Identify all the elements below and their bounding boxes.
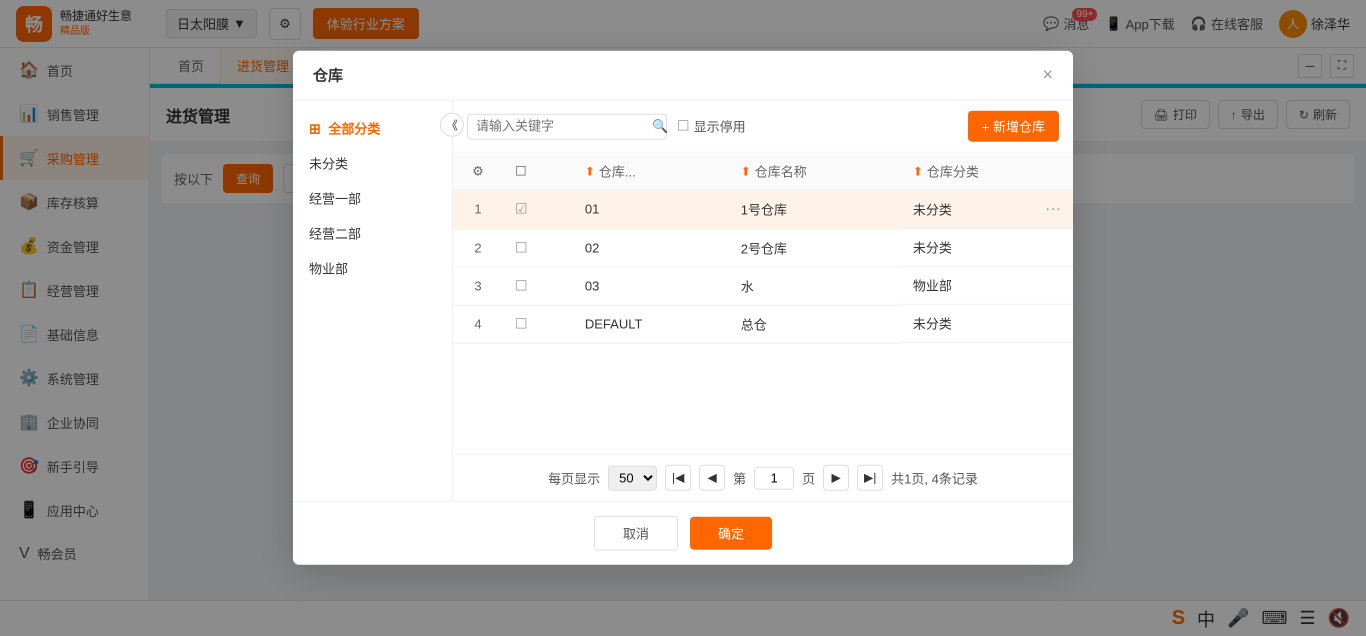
modal-title: 仓库 (313, 65, 343, 86)
warehouse-table: ⚙ ☐ ⬆ 仓库... ⬆ 仓库名称 (453, 153, 1073, 344)
table-row[interactable]: 1 ☑ 01 1号仓库 未分类··· (453, 190, 1073, 229)
row-name: 水 (729, 267, 901, 305)
row-code: DEFAULT (573, 305, 729, 343)
left-panel: 《 ⊞ 全部分类 未分类 经营一部 经营二部 物业部 (293, 101, 453, 501)
col-category: ⬆ 仓库分类 (901, 153, 1073, 191)
row-code: 01 (573, 190, 729, 229)
row-category: 物业部··· (901, 267, 1073, 305)
modal-header: 仓库 × (293, 51, 1073, 101)
row-code: 03 (573, 267, 729, 305)
table-body: 1 ☑ 01 1号仓库 未分类··· 2 ☐ 02 2号仓库 未分类··· 3 … (453, 190, 1073, 343)
row-number: 4 (453, 305, 503, 343)
row-code: 02 (573, 229, 729, 267)
total-info: 共1页, 4条记录 (891, 468, 978, 487)
warehouse-modal: 仓库 × 《 ⊞ 全部分类 未分类 经营一部 经营二部 物业部 (293, 51, 1073, 565)
row-number: 1 (453, 190, 503, 229)
row-checkbox[interactable]: ☑ (503, 190, 573, 229)
modal-close-button[interactable]: × (1042, 65, 1053, 86)
pagination: 每页显示 50 |◀ ◀ 第 页 ▶ ▶| 共1页, 4条记录 (453, 454, 1073, 501)
page-label: 第 (733, 468, 746, 487)
col-check: ☐ (503, 153, 573, 191)
page-unit: 页 (802, 468, 815, 487)
row-number: 3 (453, 267, 503, 305)
sort-icon-cat: ⬆ (913, 164, 923, 178)
page-last-button[interactable]: ▶| (857, 465, 883, 491)
row-category: 未分类··· (901, 229, 1073, 267)
per-page-label: 每页显示 (548, 468, 600, 487)
table-row[interactable]: 3 ☐ 03 水 物业部··· (453, 267, 1073, 305)
per-page-select[interactable]: 50 (608, 465, 657, 490)
gear-col-icon: ⚙ (472, 163, 484, 178)
sort-icon-name: ⬆ (741, 164, 751, 178)
check-col-icon: ☐ (515, 163, 527, 178)
checkbox-icon: ☐ (677, 118, 690, 135)
row-name: 总仓 (729, 305, 901, 343)
category-all[interactable]: ⊞ 全部分类 (293, 111, 452, 146)
modal-footer: 取消 确定 (293, 501, 1073, 565)
col-gear: ⚙ (453, 153, 503, 191)
row-checkbox[interactable]: ☐ (503, 305, 573, 343)
table-row[interactable]: 4 ☐ DEFAULT 总仓 未分类··· (453, 305, 1073, 343)
row-checkbox[interactable]: ☐ (503, 267, 573, 305)
category-unclassified[interactable]: 未分类 (293, 146, 452, 181)
col-code: ⬆ 仓库... (573, 153, 729, 191)
row-category: 未分类··· (901, 305, 1073, 343)
row-number: 2 (453, 229, 503, 267)
row-name: 2号仓库 (729, 229, 901, 267)
confirm-button[interactable]: 确定 (690, 517, 772, 550)
show-disabled-checkbox[interactable]: ☐ 显示停用 (677, 117, 746, 136)
modal-body: 《 ⊞ 全部分类 未分类 经营一部 经营二部 物业部 🔍 (293, 101, 1073, 501)
page-input[interactable] (754, 466, 794, 489)
row-category: 未分类··· (901, 191, 1073, 229)
category-ops2[interactable]: 经营二部 (293, 216, 452, 251)
cancel-button[interactable]: 取消 (594, 516, 678, 551)
page-prev-button[interactable]: ◀ (699, 465, 725, 491)
table-row[interactable]: 2 ☐ 02 2号仓库 未分类··· (453, 229, 1073, 267)
col-name: ⬆ 仓库名称 (729, 153, 901, 191)
row-more-icon[interactable]: ··· (1045, 200, 1061, 218)
sort-icon-code: ⬆ (585, 164, 595, 178)
search-input[interactable] (476, 119, 652, 134)
collapse-button[interactable]: 《 (440, 113, 464, 137)
category-property[interactable]: 物业部 (293, 251, 452, 286)
row-name: 1号仓库 (729, 190, 901, 229)
page-first-button[interactable]: |◀ (665, 465, 691, 491)
search-icon[interactable]: 🔍 (652, 118, 668, 134)
table-header: ⚙ ☐ ⬆ 仓库... ⬆ 仓库名称 (453, 153, 1073, 191)
category-ops1[interactable]: 经营一部 (293, 181, 452, 216)
page-next-button[interactable]: ▶ (823, 465, 849, 491)
grid-icon: ⊞ (309, 121, 321, 137)
right-toolbar: 🔍 ☐ 显示停用 + 新增仓库 (453, 101, 1073, 153)
row-checkbox[interactable]: ☐ (503, 229, 573, 267)
add-warehouse-button[interactable]: + 新增仓库 (968, 111, 1059, 142)
search-box: 🔍 (467, 113, 667, 139)
right-panel: 🔍 ☐ 显示停用 + 新增仓库 ⚙ ☐ ⬆ 仓库. (453, 101, 1073, 501)
